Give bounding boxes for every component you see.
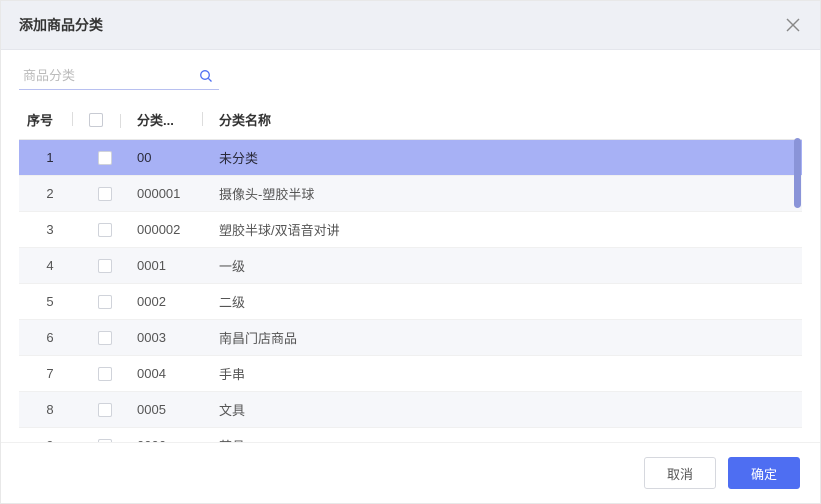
cell-checkbox <box>81 392 129 428</box>
row-checkbox[interactable] <box>98 331 112 345</box>
search-icon <box>199 69 213 83</box>
modal-title: 添加商品分类 <box>19 15 103 35</box>
row-checkbox[interactable] <box>98 151 112 165</box>
row-checkbox[interactable] <box>98 403 112 417</box>
cell-name: 文具 <box>211 392 802 428</box>
close-button[interactable] <box>784 16 802 34</box>
cell-checkbox <box>81 176 129 212</box>
modal-header: 添加商品分类 <box>1 1 820 50</box>
th-name: 分类名称 <box>211 100 802 140</box>
table-row[interactable]: 6 0003南昌门店商品 <box>19 320 802 356</box>
table-row[interactable]: 7 0004手串 <box>19 356 802 392</box>
th-name-label: 分类名称 <box>219 113 271 128</box>
cancel-button[interactable]: 取消 <box>644 457 716 489</box>
cell-checkbox <box>81 212 129 248</box>
cell-index: 6 <box>19 320 81 356</box>
cell-name: 塑胶半球/双语音对讲 <box>211 212 802 248</box>
cell-name: 一级 <box>211 248 802 284</box>
cell-code: 0003 <box>129 320 211 356</box>
table-container: 序号 分类... 分 <box>19 100 802 442</box>
cell-name: 南昌门店商品 <box>211 320 802 356</box>
cell-code: 0005 <box>129 392 211 428</box>
th-code-label: 分类... <box>137 113 174 128</box>
th-divider <box>72 112 73 126</box>
close-icon <box>786 18 800 32</box>
search-bar <box>19 62 802 90</box>
cell-code: 0006 <box>129 428 211 443</box>
cell-name: 茶具 <box>211 428 802 443</box>
th-divider <box>120 114 121 128</box>
table-scroll[interactable]: 序号 分类... 分 <box>19 100 802 442</box>
scrollbar-thumb[interactable] <box>794 138 801 208</box>
cell-index: 8 <box>19 392 81 428</box>
row-checkbox[interactable] <box>98 223 112 237</box>
cell-name: 手串 <box>211 356 802 392</box>
cell-checkbox <box>81 140 129 176</box>
cell-index: 7 <box>19 356 81 392</box>
modal-dialog: 添加商品分类 <box>0 0 821 504</box>
search-input[interactable] <box>19 62 219 90</box>
cell-code: 000001 <box>129 176 211 212</box>
table-row[interactable]: 8 0005文具 <box>19 392 802 428</box>
th-divider <box>202 112 203 126</box>
category-table: 序号 分类... 分 <box>19 100 802 442</box>
row-checkbox[interactable] <box>98 187 112 201</box>
select-all-checkbox[interactable] <box>89 113 103 127</box>
cell-index: 5 <box>19 284 81 320</box>
cell-name: 未分类 <box>211 140 802 176</box>
th-index: 序号 <box>19 100 81 140</box>
table-row[interactable]: 5 0002二级 <box>19 284 802 320</box>
cell-name: 二级 <box>211 284 802 320</box>
cell-index: 2 <box>19 176 81 212</box>
cell-code: 00 <box>129 140 211 176</box>
cell-checkbox <box>81 284 129 320</box>
cell-checkbox <box>81 248 129 284</box>
cell-name: 摄像头-塑胶半球 <box>211 176 802 212</box>
cell-index: 3 <box>19 212 81 248</box>
search-button[interactable] <box>197 67 215 85</box>
table-row[interactable]: 4 0001一级 <box>19 248 802 284</box>
row-checkbox[interactable] <box>98 367 112 381</box>
table-row[interactable]: 9 0006茶具 <box>19 428 802 443</box>
th-code: 分类... <box>129 100 211 140</box>
cell-code: 0004 <box>129 356 211 392</box>
table-row[interactable]: 1 00未分类 <box>19 140 802 176</box>
cell-code: 0001 <box>129 248 211 284</box>
modal-body: 序号 分类... 分 <box>1 50 820 442</box>
th-index-label: 序号 <box>27 113 53 128</box>
table-row[interactable]: 3 000002塑胶半球/双语音对讲 <box>19 212 802 248</box>
cell-checkbox <box>81 356 129 392</box>
cell-checkbox <box>81 320 129 356</box>
cell-index: 4 <box>19 248 81 284</box>
cell-code: 0002 <box>129 284 211 320</box>
confirm-button[interactable]: 确定 <box>728 457 800 489</box>
cell-code: 000002 <box>129 212 211 248</box>
table-row[interactable]: 2 000001摄像头-塑胶半球 <box>19 176 802 212</box>
cell-checkbox <box>81 428 129 443</box>
th-checkbox <box>81 100 129 140</box>
cell-index: 1 <box>19 140 81 176</box>
modal-footer: 取消 确定 <box>1 442 820 503</box>
cell-index: 9 <box>19 428 81 443</box>
row-checkbox[interactable] <box>98 259 112 273</box>
row-checkbox[interactable] <box>98 439 112 442</box>
scrollbar-track[interactable] <box>792 138 802 442</box>
row-checkbox[interactable] <box>98 295 112 309</box>
